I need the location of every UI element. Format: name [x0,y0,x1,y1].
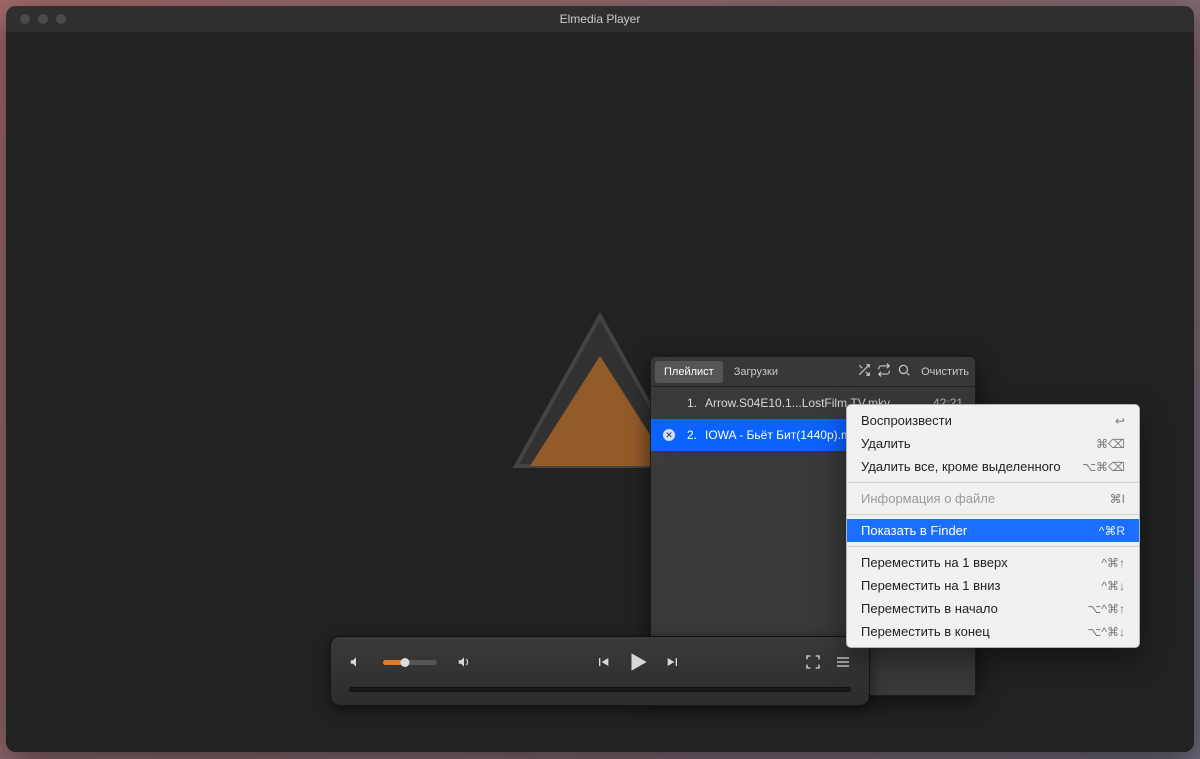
ctx-move-up[interactable]: Переместить на 1 вверх ^⌘↑ [847,551,1139,574]
play-button[interactable] [625,649,651,675]
title-bar: Elmedia Player [6,6,1194,32]
playlist-toggle-icon[interactable] [835,654,851,670]
playlist-item-index: 2. [683,428,697,442]
search-icon[interactable] [895,361,913,382]
previous-button[interactable] [595,654,611,670]
ctx-label: Переместить в начало [861,601,998,616]
ctx-play[interactable]: Воспроизвести ↩ [847,409,1139,432]
shuffle-icon[interactable] [855,361,873,382]
volume-cluster [349,655,471,669]
ctx-file-info: Информация о файле ⌘I [847,487,1139,510]
ctx-shortcut: ⌘⌫ [1096,437,1125,451]
ctx-move-bottom[interactable]: Переместить в конец ⌥^⌘↓ [847,620,1139,643]
ctx-label: Удалить все, кроме выделенного [861,459,1061,474]
transport-cluster [595,649,681,675]
progress-bar[interactable] [349,687,851,692]
ctx-label: Информация о файле [861,491,995,506]
tab-playlist[interactable]: Плейлист [655,361,723,383]
ctx-label: Показать в Finder [861,523,967,538]
player-controls [330,636,870,706]
ctx-show-in-finder[interactable]: Показать в Finder ^⌘R [847,519,1139,542]
ctx-shortcut: ^⌘R [1099,524,1125,538]
ctx-shortcut: ⌘I [1110,492,1125,506]
ctx-separator [847,514,1139,515]
ctx-shortcut: ⌥⌘⌫ [1082,460,1125,474]
remove-item-icon[interactable]: ✕ [663,429,675,441]
context-menu: Воспроизвести ↩ Удалить ⌘⌫ Удалить все, … [846,404,1140,648]
tab-downloads[interactable]: Загрузки [725,361,787,383]
volume-up-icon[interactable] [457,655,471,669]
ctx-shortcut: ^⌘↓ [1101,579,1125,593]
playlist-item-index: 1. [683,396,697,410]
ctx-label: Удалить [861,436,911,451]
window-title: Elmedia Player [6,12,1194,26]
next-button[interactable] [665,654,681,670]
minimize-window-button[interactable] [38,14,48,24]
ctx-shortcut: ↩ [1115,414,1125,428]
close-window-button[interactable] [20,14,30,24]
fullscreen-icon[interactable] [805,654,821,670]
volume-down-icon[interactable] [349,655,363,669]
right-cluster [805,654,851,670]
ctx-move-down[interactable]: Переместить на 1 вниз ^⌘↓ [847,574,1139,597]
volume-slider[interactable] [383,660,437,665]
ctx-label: Переместить в конец [861,624,990,639]
ctx-separator [847,546,1139,547]
playlist-header: Плейлист Загрузки Очистить [651,357,975,387]
repeat-icon[interactable] [875,361,893,382]
ctx-move-top[interactable]: Переместить в начало ⌥^⌘↑ [847,597,1139,620]
ctx-delete[interactable]: Удалить ⌘⌫ [847,432,1139,455]
ctx-shortcut: ⌥^⌘↑ [1088,602,1125,616]
clear-playlist-button[interactable]: Очистить [915,366,969,378]
ctx-shortcut: ^⌘↑ [1101,556,1125,570]
ctx-delete-others[interactable]: Удалить все, кроме выделенного ⌥⌘⌫ [847,455,1139,478]
ctx-shortcut: ⌥^⌘↓ [1088,625,1125,639]
ctx-label: Переместить на 1 вниз [861,578,1000,593]
ctx-separator [847,482,1139,483]
traffic-lights [20,14,66,24]
ctx-label: Воспроизвести [861,413,952,428]
ctx-label: Переместить на 1 вверх [861,555,1008,570]
zoom-window-button[interactable] [56,14,66,24]
